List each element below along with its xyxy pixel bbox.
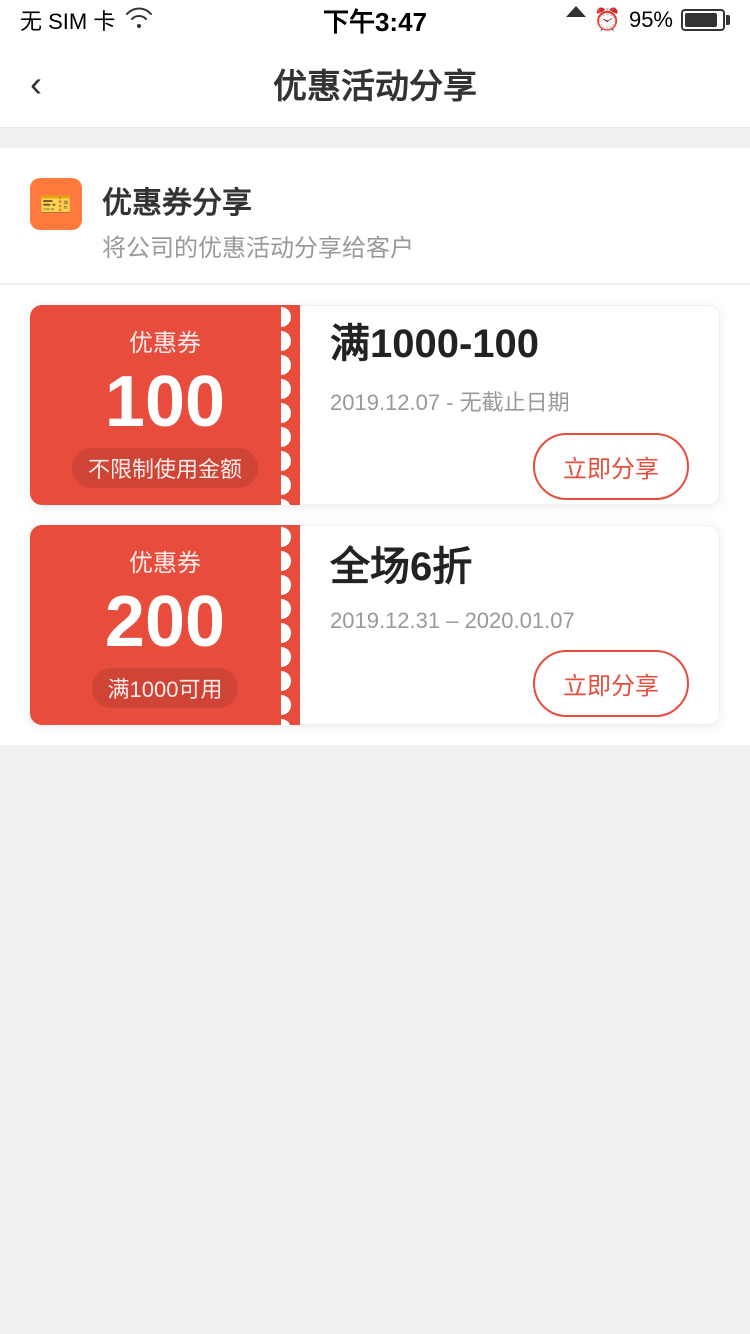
section-text: 优惠券分享 将公司的优惠活动分享给客户	[102, 178, 414, 263]
coupon-title-2: 全场6折	[330, 534, 689, 592]
coupon-left-1: 优惠券 100 不限制使用金额	[30, 305, 300, 505]
battery-percent: 95%	[629, 7, 673, 33]
bottom-area	[0, 745, 750, 1325]
section-icon: 🎫	[30, 178, 82, 230]
status-right: ⏰ 95%	[566, 6, 730, 34]
page-title: 优惠活动分享	[273, 59, 477, 108]
coupon-amount-1: 100	[105, 366, 225, 438]
section-title: 优惠券分享	[102, 178, 414, 222]
back-button[interactable]: ‹	[30, 63, 42, 105]
wifi-icon	[125, 6, 153, 34]
section-subtitle: 将公司的优惠活动分享给客户	[102, 228, 414, 263]
coupon-list: 优惠券 100 不限制使用金额 满1000-100 2019.12.07 - 无…	[0, 285, 750, 745]
coupon-right-1: 满1000-100 2019.12.07 - 无截止日期 立即分享	[300, 305, 720, 505]
coupon-condition-2: 满1000可用	[92, 668, 239, 708]
coupon-right-2: 全场6折 2019.12.31 – 2020.01.07 立即分享	[300, 525, 720, 725]
status-bar: 无 SIM 卡 下午3:47 ⏰ 95%	[0, 0, 750, 40]
alarm-icon: ⏰	[594, 7, 621, 33]
coupon-date-2: 2019.12.31 – 2020.01.07	[330, 608, 689, 634]
coupon-amount-2: 200	[105, 586, 225, 658]
share-button-1[interactable]: 立即分享	[533, 433, 689, 500]
coupon-title-1: 满1000-100	[330, 311, 689, 369]
coupon-label-1: 优惠券	[129, 323, 201, 358]
coupon-left-2: 优惠券 200 满1000可用	[30, 525, 300, 725]
nav-bar: ‹ 优惠活动分享	[0, 40, 750, 128]
share-button-2[interactable]: 立即分享	[533, 650, 689, 717]
coupon-card-1: 优惠券 100 不限制使用金额 满1000-100 2019.12.07 - 无…	[30, 305, 720, 505]
battery-icon	[681, 9, 730, 31]
coupon-card-2: 优惠券 200 满1000可用 全场6折 2019.12.31 – 2020.0…	[30, 525, 720, 725]
location-icon	[566, 6, 586, 34]
section-header: 🎫 优惠券分享 将公司的优惠活动分享给客户	[0, 148, 750, 283]
coupon-condition-1: 不限制使用金额	[72, 448, 258, 488]
status-left: 无 SIM 卡	[20, 4, 153, 36]
status-time: 下午3:47	[323, 2, 427, 39]
coupon-label-2: 优惠券	[129, 543, 201, 578]
carrier-text: 无 SIM 卡	[20, 4, 115, 36]
coupon-date-1: 2019.12.07 - 无截止日期	[330, 385, 689, 417]
